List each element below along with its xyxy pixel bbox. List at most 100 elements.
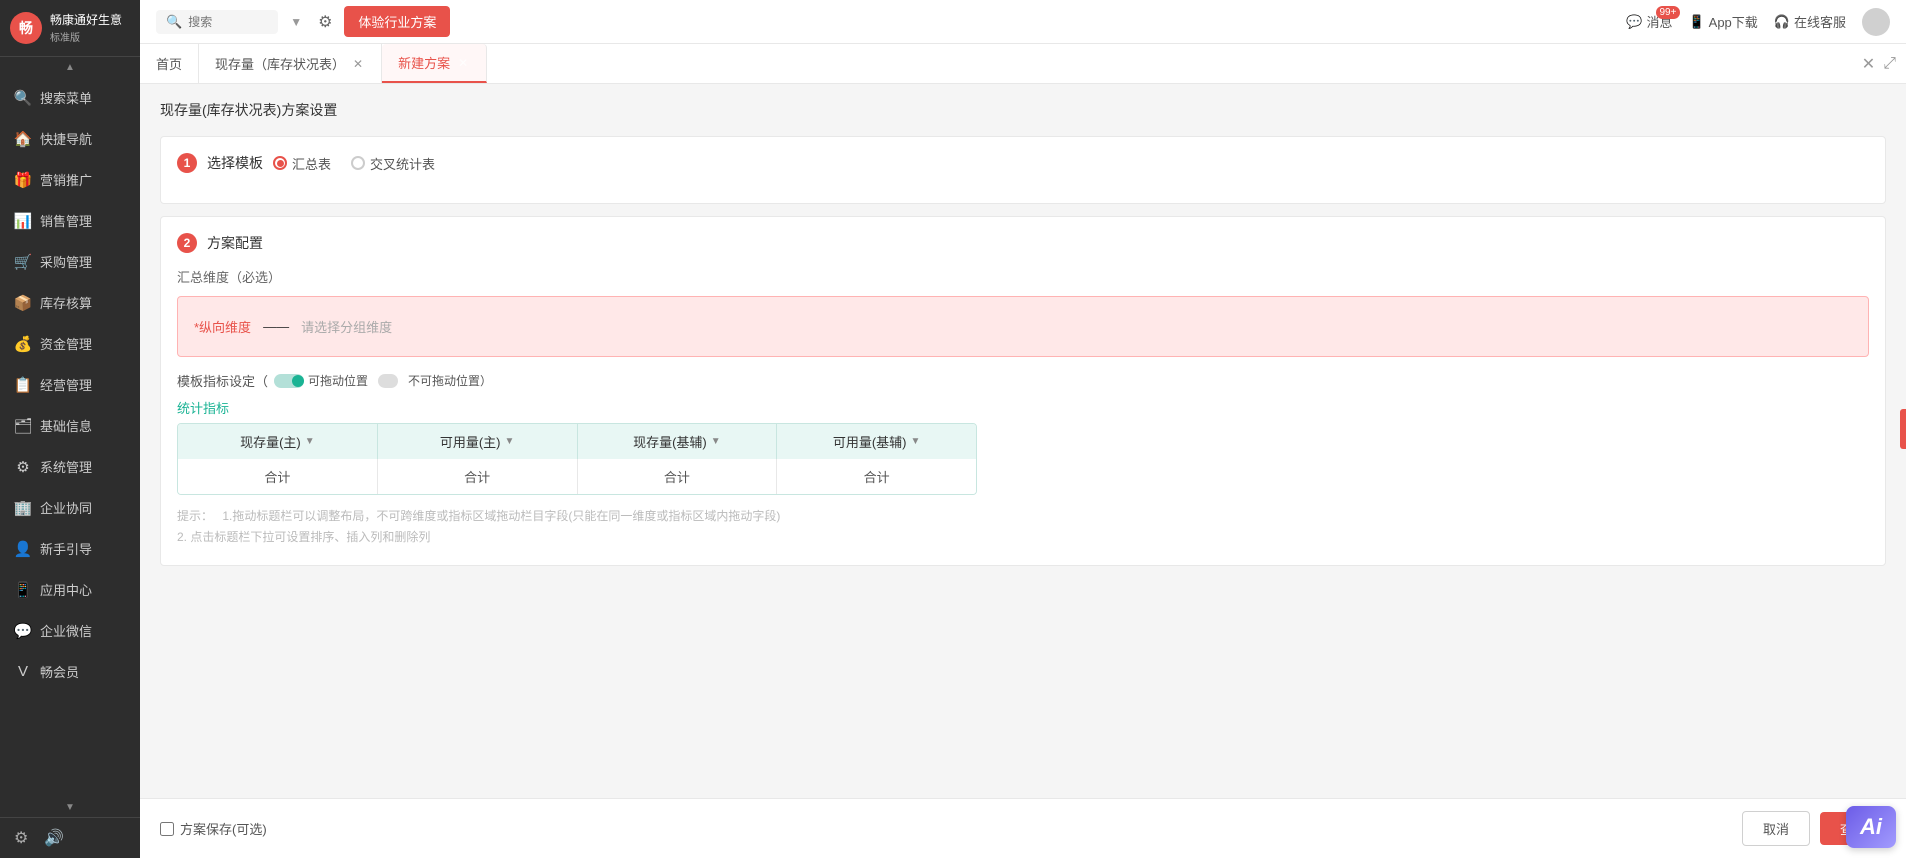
sidebar-item-system[interactable]: ⚙ 系统管理 bbox=[0, 446, 140, 487]
topbar-right: 💬 消息 99+ 📱 App下载 🎧 在线客服 bbox=[1626, 8, 1890, 36]
hint-prefix: 提示： bbox=[177, 509, 219, 523]
stat-col-1[interactable]: 可用量(主) ▼ bbox=[378, 424, 578, 459]
app-download-btn[interactable]: 📱 App下载 bbox=[1688, 12, 1757, 31]
indicators-config-label: 模板指标设定（ 可拖动位置 不可拖动位置） bbox=[177, 371, 1869, 390]
footer: 方案保存(可选) 取消 查询 bbox=[140, 798, 1906, 858]
gear-icon: ⚙ bbox=[14, 458, 32, 476]
main-area: 🔍 ▼ ⚙ 体验行业方案 💬 消息 99+ 📱 App下载 🎧 在线客服 bbox=[140, 0, 1906, 858]
radio-summary-label: 汇总表 bbox=[292, 154, 331, 173]
sidebar-item-wechat[interactable]: 💬 企业微信 bbox=[0, 610, 140, 651]
money-icon: 💰 bbox=[14, 335, 32, 353]
resize-handle[interactable] bbox=[1900, 409, 1906, 449]
user-avatar[interactable] bbox=[1862, 8, 1890, 36]
topbar-gear-icon[interactable]: ⚙ bbox=[318, 12, 332, 32]
stat-col-0[interactable]: 现存量(主) ▼ bbox=[178, 424, 378, 459]
search-input[interactable] bbox=[188, 15, 268, 29]
search-box[interactable]: 🔍 bbox=[156, 10, 278, 34]
stat-col-0-label: 现存量(主) bbox=[240, 432, 301, 451]
stat-col-3[interactable]: 可用量(基辅) ▼ bbox=[777, 424, 976, 459]
step1-title: 选择模板 bbox=[207, 153, 263, 173]
message-btn[interactable]: 💬 消息 99+ bbox=[1626, 12, 1672, 31]
sidebar-item-enterprise[interactable]: 🏢 企业协同 bbox=[0, 487, 140, 528]
gift-icon: 🎁 bbox=[14, 171, 32, 189]
app-name: 畅康通好生意 bbox=[50, 12, 122, 29]
stat-cell-1: 合计 bbox=[378, 459, 578, 494]
step1-header: 1 选择模板 汇总表 交叉统计表 bbox=[177, 153, 1869, 173]
sidebar-item-inventory[interactable]: 📦 库存核算 bbox=[0, 282, 140, 323]
search-chevron-icon[interactable]: ▼ bbox=[290, 15, 302, 29]
ai-badge[interactable]: Ai bbox=[1846, 806, 1896, 848]
step2-section: 2 方案配置 汇总维度（必选） *纵向维度 —— 请选择分组维度 模板指标设定（ bbox=[160, 216, 1886, 566]
tab-new-plan[interactable]: 新建方案 ✕ bbox=[382, 44, 487, 83]
tab-home[interactable]: 首页 bbox=[140, 44, 199, 83]
dimension-required-label: *纵向维度 bbox=[194, 317, 251, 336]
sidebar-scroll-down[interactable]: ▼ bbox=[0, 797, 140, 817]
sidebar-item-member[interactable]: V 畅会员 bbox=[0, 651, 140, 692]
radio-cross[interactable]: 交叉统计表 bbox=[351, 154, 435, 173]
window-close-icon[interactable]: ✕ bbox=[1862, 54, 1875, 74]
stat-col-0-chevron-icon: ▼ bbox=[305, 436, 315, 447]
dimension-box[interactable]: *纵向维度 —— 请选择分组维度 bbox=[177, 296, 1869, 357]
stat-col-3-label: 可用量(基辅) bbox=[833, 432, 907, 451]
sidebar-scroll-up[interactable]: ▲ bbox=[0, 57, 140, 77]
tab-inventory-label: 现存量（库存状况表） bbox=[215, 54, 345, 73]
sidebar-item-label: 营销推广 bbox=[40, 170, 92, 189]
sidebar-item-label: 企业微信 bbox=[40, 621, 92, 640]
toggle-draggable-label: 可拖动位置 bbox=[308, 372, 368, 389]
stat-cell-0: 合计 bbox=[178, 459, 378, 494]
stat-col-2-label: 现存量(基辅) bbox=[633, 432, 707, 451]
hint2-text: 2. 点击标题栏下拉可设置排序、插入列和删除列 bbox=[177, 530, 430, 544]
tab-inventory-close-icon[interactable]: ✕ bbox=[351, 55, 365, 73]
tab-inventory-status[interactable]: 现存量（库存状况表） ✕ bbox=[199, 44, 382, 83]
toggle-undraggable-label: 不可拖动位置） bbox=[408, 372, 492, 389]
sidebar-item-basic-info[interactable]: 🗂 基础信息 bbox=[0, 405, 140, 446]
tabs-bar: 首页 现存量（库存状况表） ✕ 新建方案 ✕ ✕ ⤢ bbox=[140, 44, 1906, 84]
volume-icon[interactable]: 🔊 bbox=[44, 828, 64, 848]
sidebar-item-operations[interactable]: 📋 经营管理 bbox=[0, 364, 140, 405]
tab-new-plan-label: 新建方案 bbox=[398, 53, 450, 72]
topbar: 🔍 ▼ ⚙ 体验行业方案 💬 消息 99+ 📱 App下载 🎧 在线客服 bbox=[140, 0, 1906, 44]
radio-cross-circle bbox=[351, 156, 365, 170]
online-service-btn[interactable]: 🎧 在线客服 bbox=[1774, 12, 1846, 31]
tab-new-plan-close-icon[interactable]: ✕ bbox=[456, 54, 470, 72]
hint2: 2. 点击标题栏下拉可设置排序、插入列和删除列 bbox=[177, 528, 1869, 545]
sidebar-item-label: 基础信息 bbox=[40, 416, 92, 435]
search-icon: 🔍 bbox=[166, 14, 182, 30]
trial-btn[interactable]: 体验行业方案 bbox=[344, 6, 450, 37]
search-icon: 🔍 bbox=[14, 89, 32, 107]
app-download-label: App下载 bbox=[1709, 12, 1758, 31]
sidebar-item-label: 快捷导航 bbox=[40, 129, 92, 148]
app-logo-icon: 畅 bbox=[10, 12, 42, 44]
radio-summary-circle bbox=[273, 156, 287, 170]
indicators-section: 模板指标设定（ 可拖动位置 不可拖动位置） 统计指标 现存量(主) bbox=[177, 371, 1869, 545]
hints: 提示： 1.拖动标题栏可以调整布局，不可跨维度或指标区域拖动栏目字段(只能在同一… bbox=[177, 507, 1869, 545]
sidebar-item-new-guide[interactable]: 👤 新手引导 bbox=[0, 528, 140, 569]
sidebar-item-label: 系统管理 bbox=[40, 457, 92, 476]
sidebar-item-label: 新手引导 bbox=[40, 539, 92, 558]
sidebar-item-purchase[interactable]: 🛒 采购管理 bbox=[0, 241, 140, 282]
sidebar: 畅 畅康通好生意 标准版 ▲ 🔍 搜索菜单 🏠 快捷导航 🎁 营销推广 📊 销售… bbox=[0, 0, 140, 858]
sidebar-item-search-menu[interactable]: 🔍 搜索菜单 bbox=[0, 77, 140, 118]
sidebar-item-sales[interactable]: 📊 销售管理 bbox=[0, 200, 140, 241]
sidebar-item-label: 经营管理 bbox=[40, 375, 92, 394]
radio-cross-label: 交叉统计表 bbox=[370, 154, 435, 173]
save-checkbox[interactable] bbox=[160, 822, 174, 836]
sidebar-item-quick-nav[interactable]: 🏠 快捷导航 bbox=[0, 118, 140, 159]
sidebar-item-app-center[interactable]: 📱 应用中心 bbox=[0, 569, 140, 610]
stat-col-2[interactable]: 现存量(基辅) ▼ bbox=[578, 424, 778, 459]
step2-title: 方案配置 bbox=[207, 233, 263, 253]
toggle-draggable-box[interactable] bbox=[274, 374, 304, 388]
toggle-draggable[interactable]: 可拖动位置 bbox=[274, 372, 368, 389]
cart-icon: 🛒 bbox=[14, 253, 32, 271]
stat-col-1-chevron-icon: ▼ bbox=[505, 436, 515, 447]
service-label: 在线客服 bbox=[1794, 12, 1846, 31]
stat-col-1-label: 可用量(主) bbox=[440, 432, 501, 451]
settings-bottom-icon[interactable]: ⚙ bbox=[14, 828, 28, 848]
sidebar-item-marketing[interactable]: 🎁 营销推广 bbox=[0, 159, 140, 200]
indicators-config-text: 模板指标设定（ bbox=[177, 371, 268, 390]
window-expand-icon[interactable]: ⤢ bbox=[1883, 55, 1896, 73]
cancel-button[interactable]: 取消 bbox=[1742, 811, 1810, 846]
sidebar-item-finance[interactable]: 💰 资金管理 bbox=[0, 323, 140, 364]
step2-badge: 2 bbox=[177, 233, 197, 253]
radio-summary[interactable]: 汇总表 bbox=[273, 154, 331, 173]
